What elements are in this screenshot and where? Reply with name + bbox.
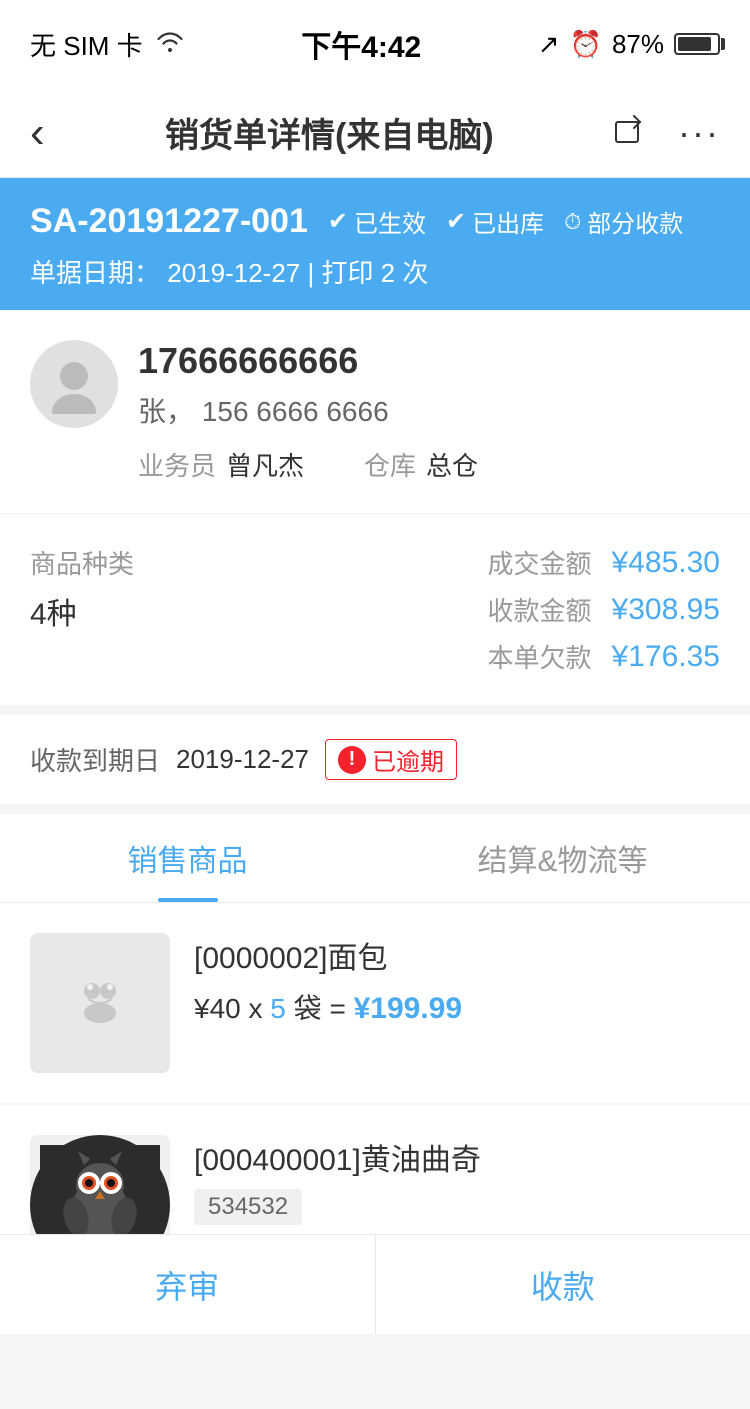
summary-left: 商品种类 4种 [30,544,134,633]
debt-row: 本单欠款 ¥176.35 [488,638,720,675]
salesperson-label: 业务员 [138,446,216,483]
product-info-1: [0000002]面包 ¥40 x 5 袋 = ¥199.99 [194,933,720,1027]
summary-right: 成交金额 ¥485.30 收款金额 ¥308.95 本单欠款 ¥176.35 [488,544,720,675]
order-banner: SA-20191227-001 ✔ 已生效 ✔ 已出库 ⏱ 部分收款 单据日期：… [0,178,750,310]
customer-name-phone: 张， 156 6666 6666 [138,390,720,430]
amount-row: 成交金额 ¥485.30 [488,544,720,581]
collect-payment-label: 收款 [531,1262,595,1308]
avatar [30,340,118,428]
status-partial: ⏱ 部分收款 [564,204,683,239]
received-label: 收款金额 [488,591,592,628]
location-icon: ↗ [538,29,560,60]
due-date: 2019-12-27 [176,744,309,775]
product-qty-1: 5 [270,993,286,1024]
status-left: 无 SIM 卡 [30,26,185,63]
customer-info: 17666666666 张， 156 6666 6666 业务员 曾凡杰 仓库 … [138,340,720,483]
customer-meta: 业务员 曾凡杰 仓库 总仓 [138,446,720,483]
carrier-text: 无 SIM 卡 [30,26,143,63]
warehouse-value: 总仓 [426,446,478,483]
check-icon-2: ✔ [446,207,466,236]
salesperson-item: 业务员 曾凡杰 [138,446,304,483]
abandon-review-button[interactable]: 弃审 [0,1235,376,1334]
page-title: 销货单详情(来自电脑) [165,108,494,157]
product-type-label: 商品种类 [30,544,134,581]
share-button[interactable] [614,112,648,154]
abandon-review-label: 弃审 [155,1262,219,1308]
received-value: ¥308.95 [612,593,720,627]
product-total-1: ¥199.99 [354,992,462,1025]
overdue-icon: ! [338,746,366,774]
tab-settle[interactable]: 结算&物流等 [375,814,750,902]
salesperson-value: 曾凡杰 [226,446,304,483]
tab-settle-label: 结算&物流等 [477,836,647,880]
status-time: 下午4:42 [301,22,421,66]
product-type-count: 4种 [30,589,134,633]
tab-sales[interactable]: 销售商品 [0,814,375,902]
tab-sales-label: 销售商品 [128,836,248,880]
order-date: 2019-12-27 [167,258,300,288]
wifi-icon [155,29,185,60]
date-label: 单据日期： [30,258,160,288]
bottom-bar: 弃审 收款 [0,1234,750,1334]
product-thumb-1 [30,933,170,1073]
product-name-2: [000400001]黄油曲奇 [194,1135,720,1179]
alarm-icon: ⏰ [570,29,602,60]
collect-payment-button[interactable]: 收款 [376,1235,750,1334]
amount-value: ¥485.30 [612,546,720,580]
product-sku-2: 534532 [194,1189,302,1225]
check-icon-1: ✔ [328,207,348,236]
order-id: SA-20191227-001 [30,202,308,241]
received-row: 收款金额 ¥308.95 [488,591,720,628]
customer-section: 17666666666 张， 156 6666 6666 业务员 曾凡杰 仓库 … [0,310,750,514]
overdue-badge: ! 已逾期 [325,739,457,780]
product-price-1: ¥40 x 5 袋 = ¥199.99 [194,987,720,1027]
debt-value: ¥176.35 [612,640,720,674]
due-label: 收款到期日 [30,741,160,778]
more-button[interactable]: ··· [678,112,720,154]
battery-percent: 87% [612,29,664,60]
status-effective: ✔ 已生效 [328,204,426,239]
back-button[interactable]: ‹ [30,108,45,158]
due-section: 收款到期日 2019-12-27 ! 已逾期 [0,715,750,814]
tabs-bar: 销售商品 结算&物流等 [0,814,750,903]
print-count: | 打印 2 次 [307,258,428,288]
grey-thumb-1 [30,933,170,1073]
product-name-1: [0000002]面包 [194,933,720,977]
warehouse-item: 仓库 总仓 [364,446,478,483]
nav-bar: ‹ 销货单详情(来自电脑) ··· [0,88,750,178]
banner-date-row: 单据日期： 2019-12-27 | 打印 2 次 [30,253,720,290]
amount-label: 成交金额 [488,544,592,581]
customer-id: 17666666666 [138,340,720,382]
list-item: [0000002]面包 ¥40 x 5 袋 = ¥199.99 [0,903,750,1103]
overdue-text: 已逾期 [372,742,444,777]
warehouse-label: 仓库 [364,446,416,483]
summary-section: 商品种类 4种 成交金额 ¥485.30 收款金额 ¥308.95 本单欠款 ¥… [0,514,750,715]
nav-right-buttons: ··· [614,112,720,154]
battery-icon [674,33,720,55]
status-right: ↗ ⏰ 87% [538,29,720,60]
status-shipped: ✔ 已出库 [446,204,544,239]
status-bar: 无 SIM 卡 下午4:42 ↗ ⏰ 87% [0,0,750,88]
debt-label: 本单欠款 [488,638,592,675]
clock-icon: ⏱ [564,209,581,235]
